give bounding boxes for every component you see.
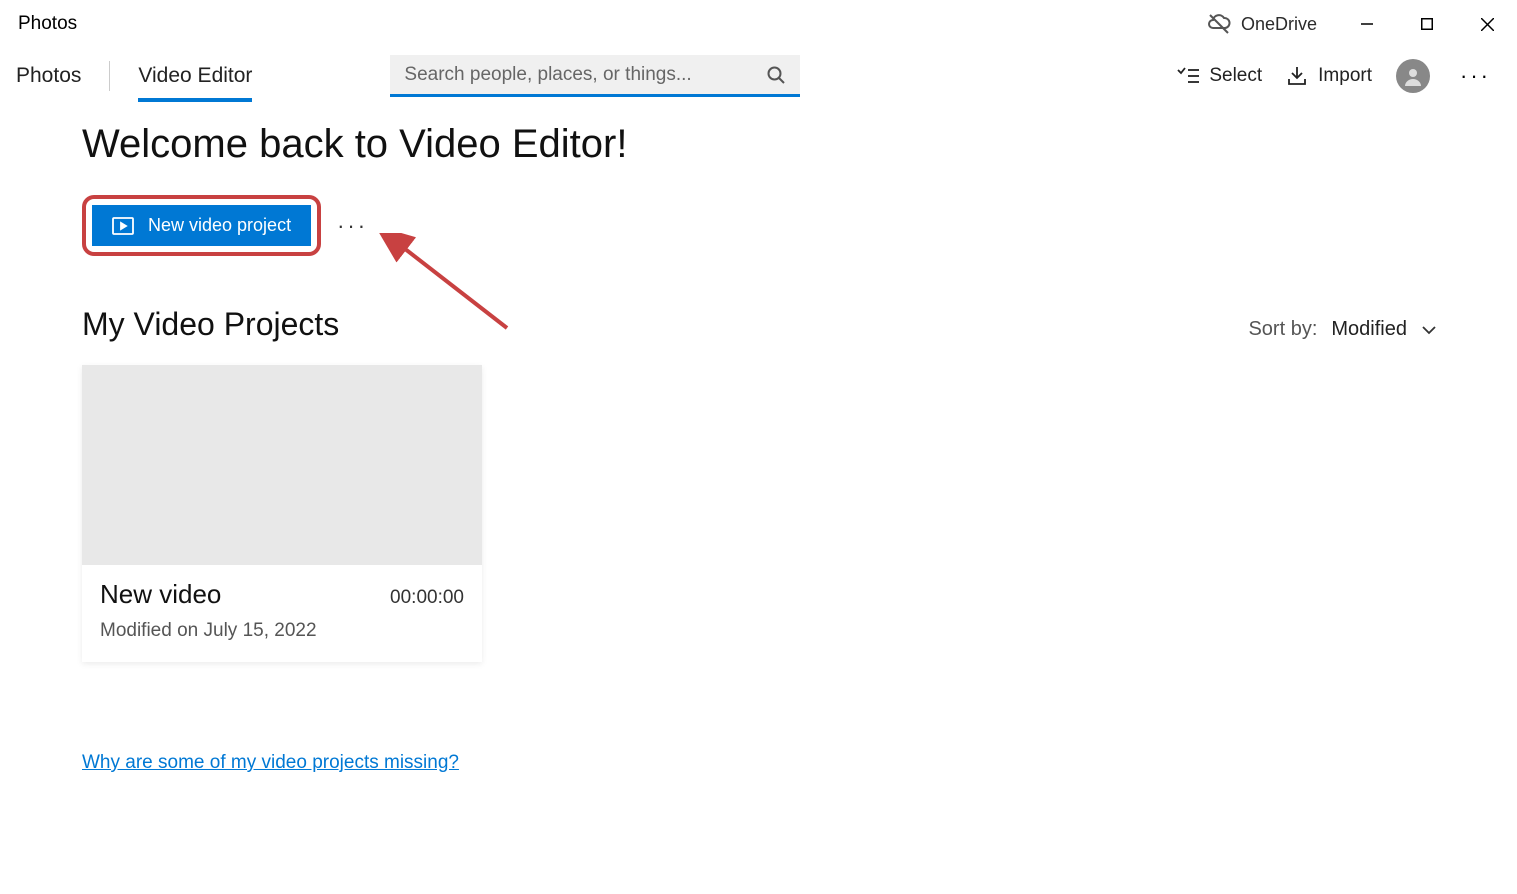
app-title: Photos [18, 13, 77, 35]
minimize-icon [1361, 18, 1373, 30]
project-card-body: New video 00:00:00 Modified on July 15, … [82, 565, 482, 662]
person-icon [1403, 66, 1423, 86]
search-icon [766, 65, 786, 85]
more-button[interactable]: ··· [1454, 63, 1497, 89]
import-icon [1286, 65, 1308, 87]
select-icon [1177, 66, 1199, 86]
sort-dropdown[interactable]: Sort by: Modified [1248, 318, 1437, 341]
maximize-icon [1421, 18, 1433, 30]
projects-section-row: My Video Projects Sort by: Modified [82, 306, 1437, 343]
my-projects-heading: My Video Projects [82, 306, 339, 343]
title-bar-right: OneDrive [1207, 0, 1517, 48]
import-button[interactable]: Import [1286, 65, 1372, 87]
maximize-button[interactable] [1397, 0, 1457, 48]
more-actions-button[interactable]: ··· [337, 213, 368, 239]
toolbar: Photos Video Editor Select Import [0, 48, 1517, 104]
search-input[interactable] [404, 64, 756, 86]
new-project-row: New video project ··· [82, 195, 1437, 256]
welcome-heading: Welcome back to Video Editor! [82, 122, 1437, 167]
annotation-highlight-box: New video project [82, 195, 321, 256]
close-button[interactable] [1457, 0, 1517, 48]
window-controls [1337, 0, 1517, 48]
tab-divider [109, 61, 110, 91]
select-button[interactable]: Select [1177, 65, 1262, 87]
video-project-icon [112, 217, 134, 235]
onedrive-label: OneDrive [1241, 14, 1317, 35]
search-box[interactable] [390, 55, 800, 97]
title-bar: Photos OneDrive [0, 0, 1517, 48]
project-title: New video [100, 579, 221, 610]
sort-by-label: Sort by: [1248, 318, 1317, 341]
project-modified-date: Modified on July 15, 2022 [100, 620, 464, 642]
project-title-row: New video 00:00:00 [100, 579, 464, 610]
tab-video-editor[interactable]: Video Editor [138, 56, 252, 96]
project-thumbnail [82, 365, 482, 565]
chevron-down-icon [1421, 322, 1437, 338]
sort-value: Modified [1331, 318, 1407, 341]
project-duration: 00:00:00 [390, 587, 464, 609]
onedrive-status[interactable]: OneDrive [1207, 12, 1337, 36]
toolbar-right: Select Import ··· [1177, 59, 1517, 93]
new-video-project-button[interactable]: New video project [92, 205, 311, 246]
import-label: Import [1318, 65, 1372, 87]
project-card[interactable]: New video 00:00:00 Modified on July 15, … [82, 365, 482, 662]
select-label: Select [1209, 65, 1262, 87]
missing-projects-link[interactable]: Why are some of my video projects missin… [82, 752, 459, 774]
close-icon [1481, 18, 1494, 31]
content: Welcome back to Video Editor! New video … [0, 104, 1517, 774]
minimize-button[interactable] [1337, 0, 1397, 48]
new-video-project-label: New video project [148, 215, 291, 236]
tab-photos[interactable]: Photos [16, 56, 81, 96]
user-avatar[interactable] [1396, 59, 1430, 93]
cloud-off-icon [1207, 12, 1231, 36]
